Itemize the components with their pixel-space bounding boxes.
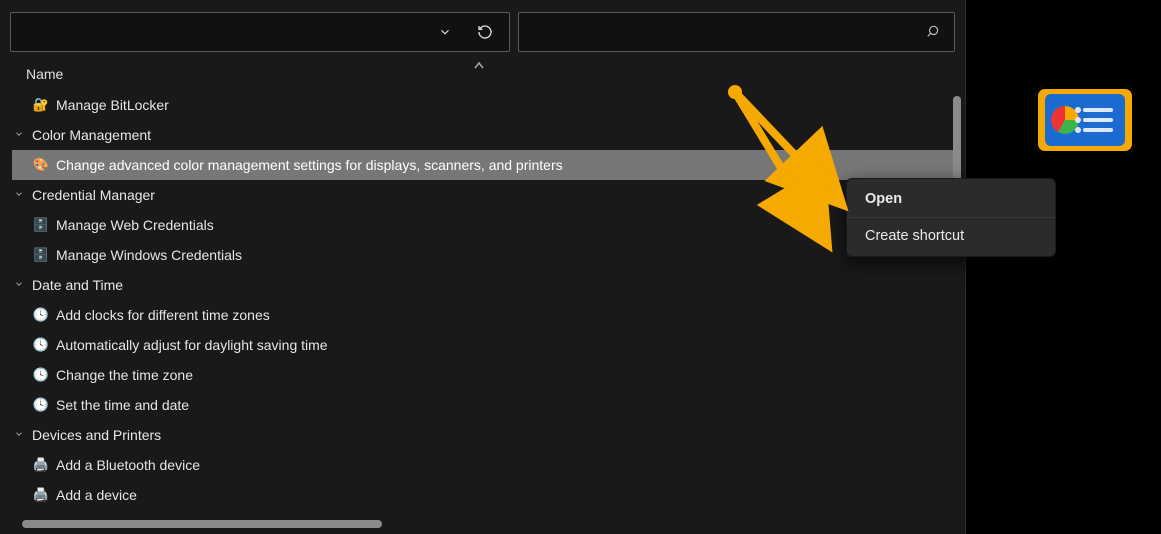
control-panel-icon <box>1035 86 1135 154</box>
list-item-label: Add a device <box>56 487 137 503</box>
list-item-label: Change the time zone <box>56 367 193 383</box>
list-item[interactable]: 🕓 Automatically adjust for daylight savin… <box>12 330 955 360</box>
vault-icon: 🗄️ <box>32 216 50 234</box>
control-panel-screen-icon <box>1045 94 1125 146</box>
device-icon: 🖨️ <box>32 486 50 504</box>
group-header-datetime[interactable]: Date and Time <box>12 270 955 300</box>
list-item-label: Change advanced color management setting… <box>56 157 563 173</box>
list-item-label: Manage BitLocker <box>56 97 169 113</box>
content-area: Name 🔐 Manage BitLocker Color Management 🎨 C… <box>0 60 965 534</box>
device-icon: 🖨️ <box>32 456 50 474</box>
task-list: 🔐 Manage BitLocker Color Management 🎨 Change… <box>12 90 955 524</box>
clock-icon: 🕓 <box>32 336 50 354</box>
list-item-label: Add a Bluetooth device <box>56 457 200 473</box>
list-item-label: Add clocks for different time zones <box>56 307 270 323</box>
slider-bars-icon <box>1083 108 1113 132</box>
list-item-label: Manage Web Credentials <box>56 217 214 233</box>
chevron-down-icon <box>12 189 26 202</box>
clock-icon: 🕓 <box>32 366 50 384</box>
group-label: Date and Time <box>32 277 123 293</box>
chevron-down-icon <box>438 25 452 39</box>
refresh-button[interactable] <box>467 17 503 47</box>
context-menu: Open Create shortcut <box>846 178 1056 257</box>
chevron-down-icon <box>12 429 26 442</box>
color-icon: 🎨 <box>32 156 50 174</box>
group-label: Devices and Printers <box>32 427 161 443</box>
vertical-scrollbar-thumb[interactable] <box>953 96 961 186</box>
list-item[interactable]: 🕓 Add clocks for different time zones <box>12 300 955 330</box>
list-item[interactable]: 🖨️ Add a Bluetooth device <box>12 450 955 480</box>
column-header-name[interactable]: Name <box>12 60 965 88</box>
group-header-cred[interactable]: Credential Manager <box>12 180 955 210</box>
menu-item-open[interactable]: Open <box>847 181 1055 217</box>
list-item[interactable]: 🕓 Set the time and date <box>12 390 955 420</box>
group-header-color[interactable]: Color Management <box>12 120 955 150</box>
sort-indicator-icon <box>474 60 484 72</box>
refresh-icon <box>477 24 493 40</box>
group-header-devices[interactable]: Devices and Printers <box>12 420 955 450</box>
history-dropdown-button[interactable] <box>427 17 463 47</box>
explorer-window: Name 🔐 Manage BitLocker Color Management 🎨 C… <box>0 0 966 534</box>
list-item[interactable]: 🕓 Change the time zone <box>12 360 955 390</box>
chevron-down-icon <box>12 129 26 142</box>
menu-item-create-shortcut[interactable]: Create shortcut <box>847 217 1055 254</box>
chevron-down-icon <box>12 279 26 292</box>
list-item-label: Automatically adjust for daylight saving… <box>56 337 328 353</box>
list-item[interactable]: 🗄️ Manage Windows Credentials <box>12 240 955 270</box>
clock-icon: 🕓 <box>32 396 50 414</box>
search-icon <box>926 24 940 41</box>
list-item[interactable]: 🔐 Manage BitLocker <box>12 90 955 120</box>
horizontal-scrollbar-thumb[interactable] <box>22 520 382 528</box>
group-label: Credential Manager <box>32 187 155 203</box>
list-item[interactable]: 🖨️ Add a device <box>12 480 955 510</box>
bitlocker-icon: 🔐 <box>32 96 50 114</box>
list-item[interactable]: 🎨 Change advanced color management settin… <box>12 150 955 180</box>
address-bar[interactable] <box>10 12 510 52</box>
group-label: Color Management <box>32 127 151 143</box>
toolbar <box>0 0 965 60</box>
list-item[interactable]: 🗄️ Manage Web Credentials <box>12 210 955 240</box>
vault-icon: 🗄️ <box>32 246 50 264</box>
clock-icon: 🕓 <box>32 306 50 324</box>
list-item-label: Set the time and date <box>56 397 189 413</box>
list-item-label: Manage Windows Credentials <box>56 247 242 263</box>
search-bar[interactable] <box>518 12 955 52</box>
